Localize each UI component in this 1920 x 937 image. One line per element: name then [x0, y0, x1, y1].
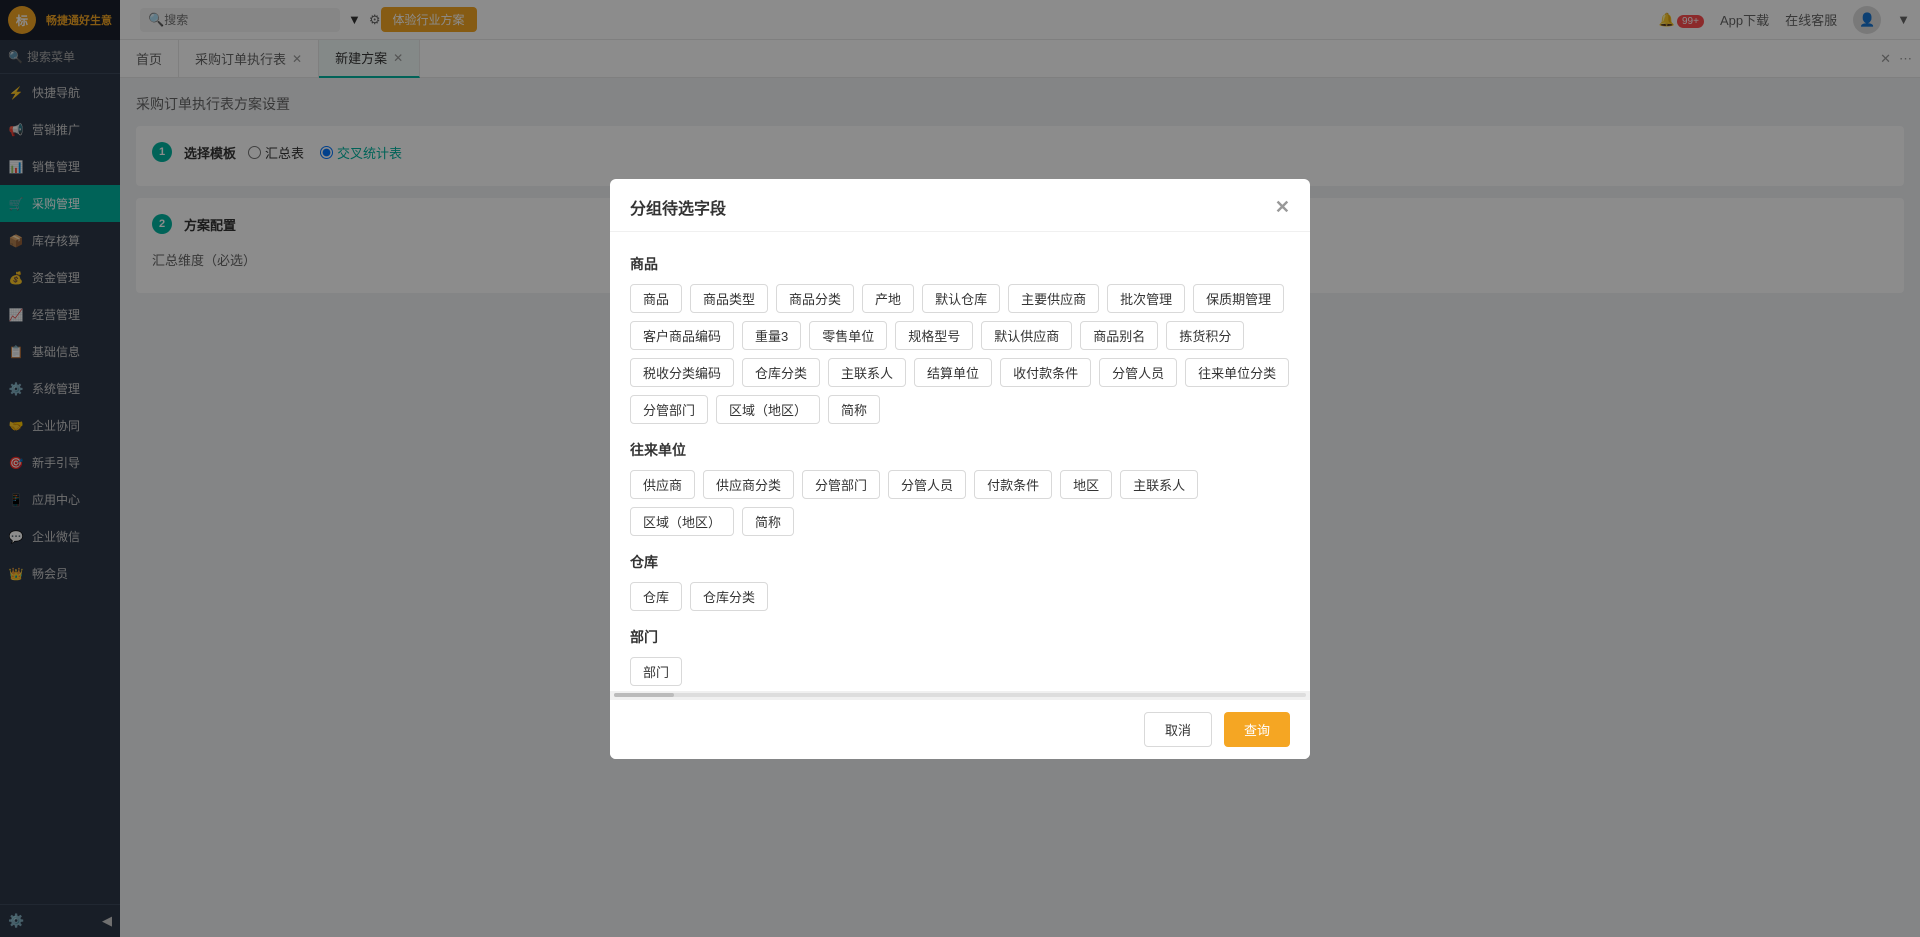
- tag-goods-9[interactable]: 重量3: [742, 321, 801, 350]
- tag-goods-16[interactable]: 仓库分类: [742, 358, 820, 387]
- tag-goods-10[interactable]: 零售单位: [809, 321, 887, 350]
- tag-goods-4[interactable]: 默认仓库: [922, 284, 1000, 313]
- counterparty-tag-grid: 供应商 供应商分类 分管部门 分管人员 付款条件 地区 主联系人 区域（地区） …: [630, 470, 1290, 536]
- tag-cp-4[interactable]: 付款条件: [974, 470, 1052, 499]
- tag-goods-20[interactable]: 分管人员: [1099, 358, 1177, 387]
- tag-goods-7[interactable]: 保质期管理: [1193, 284, 1284, 313]
- tag-cp-5[interactable]: 地区: [1060, 470, 1112, 499]
- modal-footer: 取消 查询: [610, 699, 1310, 759]
- tag-cp-8[interactable]: 简称: [742, 507, 794, 536]
- scrollbar-thumb: [614, 693, 674, 697]
- tag-cp-0[interactable]: 供应商: [630, 470, 695, 499]
- tag-goods-5[interactable]: 主要供应商: [1008, 284, 1099, 313]
- section-warehouse-title: 仓库: [630, 552, 1290, 572]
- tag-goods-22[interactable]: 分管部门: [630, 395, 708, 424]
- tag-goods-11[interactable]: 规格型号: [895, 321, 973, 350]
- tag-wh-0[interactable]: 仓库: [630, 582, 682, 611]
- tag-cp-2[interactable]: 分管部门: [802, 470, 880, 499]
- section-counterparty-title: 往来单位: [630, 440, 1290, 460]
- goods-tag-grid: 商品 商品类型 商品分类 产地 默认仓库 主要供应商 批次管理 保质期管理 客户…: [630, 284, 1290, 424]
- tag-goods-17[interactable]: 主联系人: [828, 358, 906, 387]
- modal-overlay: 分组待选字段 ✕ 商品 商品 商品类型 商品分类 产地 默认仓库 主要供应商 批…: [0, 0, 1920, 937]
- tag-goods-23[interactable]: 区域（地区）: [716, 395, 820, 424]
- tag-goods-18[interactable]: 结算单位: [914, 358, 992, 387]
- tag-goods-13[interactable]: 商品别名: [1080, 321, 1158, 350]
- tag-goods-2[interactable]: 商品分类: [776, 284, 854, 313]
- tag-goods-14[interactable]: 拣货积分: [1166, 321, 1244, 350]
- tag-goods-24[interactable]: 简称: [828, 395, 880, 424]
- tag-cp-3[interactable]: 分管人员: [888, 470, 966, 499]
- modal-close-button[interactable]: ✕: [1275, 198, 1290, 216]
- tag-cp-1[interactable]: 供应商分类: [703, 470, 794, 499]
- tag-goods-19[interactable]: 收付款条件: [1000, 358, 1091, 387]
- tag-goods-8[interactable]: 客户商品编码: [630, 321, 734, 350]
- department-tag-grid: 部门: [630, 657, 1290, 686]
- cancel-button[interactable]: 取消: [1144, 712, 1212, 747]
- scrollbar-track: [614, 693, 1306, 697]
- modal-title: 分组待选字段: [630, 195, 726, 219]
- section-department-title: 部门: [630, 627, 1290, 647]
- tag-goods-15[interactable]: 税收分类编码: [630, 358, 734, 387]
- tag-goods-6[interactable]: 批次管理: [1107, 284, 1185, 313]
- warehouse-tag-grid: 仓库 仓库分类: [630, 582, 1290, 611]
- tag-goods-1[interactable]: 商品类型: [690, 284, 768, 313]
- tag-goods-21[interactable]: 往来单位分类: [1185, 358, 1289, 387]
- tag-goods-12[interactable]: 默认供应商: [981, 321, 1072, 350]
- section-goods-title: 商品: [630, 254, 1290, 274]
- tag-dept-0[interactable]: 部门: [630, 657, 682, 686]
- confirm-button[interactable]: 查询: [1224, 712, 1290, 747]
- modal-body[interactable]: 商品 商品 商品类型 商品分类 产地 默认仓库 主要供应商 批次管理 保质期管理…: [610, 232, 1310, 691]
- tag-wh-1[interactable]: 仓库分类: [690, 582, 768, 611]
- modal: 分组待选字段 ✕ 商品 商品 商品类型 商品分类 产地 默认仓库 主要供应商 批…: [610, 179, 1310, 759]
- modal-scrollbar[interactable]: [610, 691, 1310, 699]
- modal-header: 分组待选字段 ✕: [610, 179, 1310, 232]
- tag-goods-0[interactable]: 商品: [630, 284, 682, 313]
- tag-goods-3[interactable]: 产地: [862, 284, 914, 313]
- tag-cp-7[interactable]: 区域（地区）: [630, 507, 734, 536]
- tag-cp-6[interactable]: 主联系人: [1120, 470, 1198, 499]
